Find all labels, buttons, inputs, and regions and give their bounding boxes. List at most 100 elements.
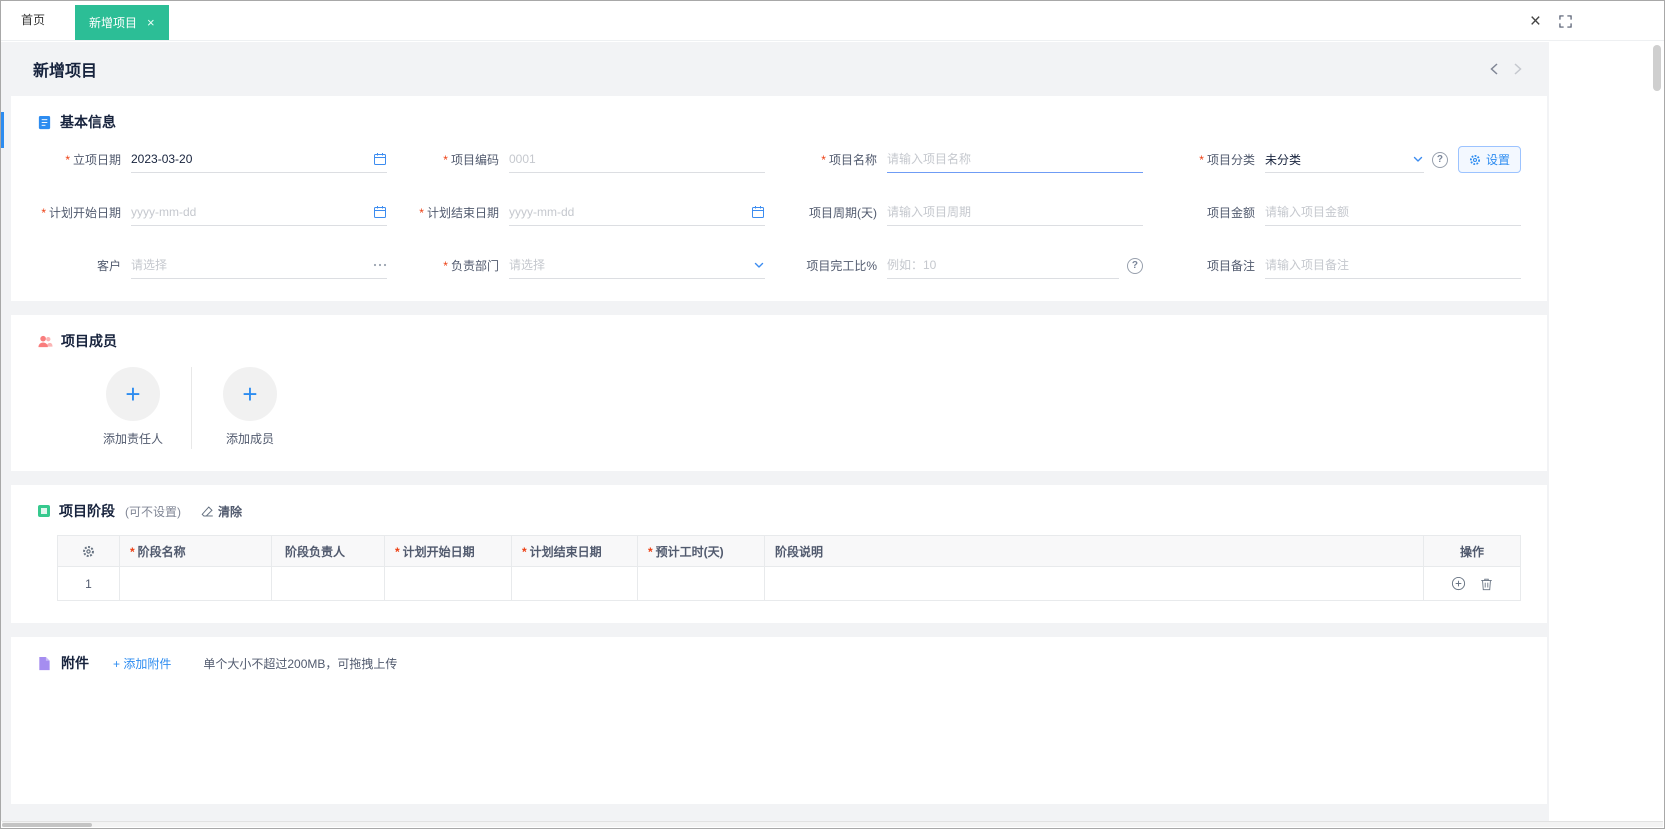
department-select[interactable] xyxy=(508,253,749,277)
members-row: + 添加责任人 + 添加成员 xyxy=(37,367,1521,449)
calendar-icon[interactable] xyxy=(373,205,387,219)
next-arrow-icon[interactable] xyxy=(1513,63,1523,75)
field-project-category: *项目分类 ? 设置 xyxy=(1171,146,1521,173)
phases-section: 项目阶段 (可不设置) 清除 * 阶段名称 阶段负责人 * 计划开始日期 * 计… xyxy=(11,485,1547,623)
tab-new-project[interactable]: 新增项目 × xyxy=(75,5,169,40)
ellipsis-icon[interactable] xyxy=(373,263,387,267)
project-name-input[interactable] xyxy=(886,147,1143,171)
column-plan-end: * 计划结束日期 xyxy=(511,535,638,567)
project-amount-input[interactable] xyxy=(1264,200,1521,224)
members-section: 项目成员 + 添加责任人 + 添加成员 xyxy=(11,315,1547,471)
plus-icon: + xyxy=(242,379,258,409)
phases-title: 项目阶段 xyxy=(59,503,115,519)
add-member-group: + 添加成员 xyxy=(194,367,306,447)
basic-info-form: *立项日期 *项目编码 *项目名称 xyxy=(37,146,1521,279)
add-attachment-button[interactable]: + 添加附件 xyxy=(113,655,171,672)
add-member-label: 添加成员 xyxy=(225,432,274,446)
field-label: 项目编码 xyxy=(450,152,499,167)
project-duration-input[interactable] xyxy=(886,200,1143,224)
phases-note: (可不设置) xyxy=(125,504,181,519)
category-settings-button[interactable]: 设置 xyxy=(1457,146,1521,173)
page-content: 新增项目 基本信息 * 立项日期 2023-03-20 * 项目编码 0001 … xyxy=(1,42,1549,821)
basic-info-title: 基本信息 xyxy=(60,114,116,130)
calendar-icon[interactable] xyxy=(751,205,765,219)
phase-start-input[interactable] xyxy=(391,570,505,597)
required-mark: * xyxy=(821,152,826,167)
window-close-icon[interactable]: × xyxy=(1530,12,1541,31)
tab-home[interactable]: 首页 xyxy=(1,0,65,40)
window-controls: × xyxy=(1530,1,1572,41)
project-category-select[interactable] xyxy=(1264,147,1408,171)
required-mark: * xyxy=(443,152,448,167)
field-label: 项目周期(天) xyxy=(808,205,877,220)
category-help-icon[interactable]: ? xyxy=(1431,151,1448,168)
phases-icon xyxy=(37,504,51,518)
required-mark: * xyxy=(419,205,424,220)
customer-select[interactable] xyxy=(131,253,369,277)
left-edge-indicator xyxy=(1,112,4,148)
chevron-down-icon[interactable] xyxy=(753,259,765,271)
add-owner-button[interactable]: + xyxy=(106,367,160,421)
phase-table-header: * 阶段名称 阶段负责人 * 计划开始日期 * 计划结束日期 * 预计工时(天) 阶段说… xyxy=(57,535,1521,567)
page-nav xyxy=(1489,63,1523,75)
column-estimated-hours: * 预计工时(天) xyxy=(637,535,765,567)
field-plan-end-date: * 计划结束日期 xyxy=(415,199,765,226)
project-code-input[interactable] xyxy=(508,147,765,171)
members-title: 项目成员 xyxy=(61,333,117,349)
field-label: 项目分类 xyxy=(1206,152,1255,167)
phase-row: 1 xyxy=(57,566,1521,601)
plan-start-date-input[interactable] xyxy=(131,200,369,224)
required-mark: * xyxy=(1199,152,1204,167)
add-row-icon[interactable] xyxy=(1451,576,1466,591)
phase-table: * 阶段名称 阶段负责人 * 计划开始日期 * 计划结束日期 * 预计工时(天) 阶段说… xyxy=(57,535,1521,601)
phase-desc-input[interactable] xyxy=(771,570,1417,597)
field-plan-start-date: * 计划开始日期 xyxy=(37,199,387,226)
settings-label: 设置 xyxy=(1485,153,1510,167)
add-owner-label: 添加责任人 xyxy=(102,432,163,446)
vertical-scrollbar-thumb[interactable] xyxy=(1653,45,1661,91)
field-label: 客户 xyxy=(96,258,121,273)
required-mark: * xyxy=(65,152,70,167)
fullscreen-icon[interactable] xyxy=(1559,14,1572,28)
phase-name-input[interactable] xyxy=(126,570,265,597)
delete-row-icon[interactable] xyxy=(1480,577,1493,591)
completion-ratio-input[interactable] xyxy=(886,253,1119,277)
tab-close-icon[interactable]: × xyxy=(147,15,155,30)
clear-button[interactable]: 清除 xyxy=(201,503,242,520)
field-project-remark: 项目备注 xyxy=(1171,252,1521,279)
members-icon xyxy=(37,334,53,349)
members-divider xyxy=(191,367,192,449)
column-plan-start: * 计划开始日期 xyxy=(384,535,512,567)
column-settings-icon[interactable] xyxy=(58,545,119,558)
approval-date-input[interactable] xyxy=(131,147,369,171)
project-remark-input[interactable] xyxy=(1264,253,1521,277)
field-department: * 负责部门 xyxy=(415,252,765,279)
field-customer: 客户 xyxy=(37,252,387,279)
field-label: 项目完工比% xyxy=(806,258,877,273)
horizontal-scrollbar-thumb[interactable] xyxy=(2,823,92,827)
field-label: 项目备注 xyxy=(1206,258,1255,273)
phase-hours-input[interactable] xyxy=(644,570,758,597)
field-label: 计划开始日期 xyxy=(48,205,121,220)
field-project-name: * 项目名称 xyxy=(793,146,1143,173)
field-label: 项目金额 xyxy=(1206,205,1255,220)
calendar-icon[interactable] xyxy=(373,152,387,166)
attachment-hint: 单个大小不超过200MB，可拖拽上传 xyxy=(203,656,398,671)
phase-owner-input[interactable] xyxy=(278,570,378,597)
basic-info-section: 基本信息 *立项日期 *项目编码 xyxy=(11,96,1547,301)
basic-info-icon xyxy=(37,115,52,130)
plus-icon: + xyxy=(125,379,141,409)
page-header: 新增项目 xyxy=(1,42,1549,96)
phase-end-input[interactable] xyxy=(518,570,631,597)
page-title: 新增项目 xyxy=(33,63,98,80)
add-owner-group: + 添加责任人 xyxy=(77,367,189,447)
completion-help-icon[interactable]: ? xyxy=(1126,257,1143,274)
plan-end-date-input[interactable] xyxy=(508,200,747,224)
prev-arrow-icon[interactable] xyxy=(1489,63,1499,75)
attachments-icon xyxy=(37,656,51,671)
add-member-button[interactable]: + xyxy=(223,367,277,421)
column-phase-owner: 阶段负责人 xyxy=(271,535,385,567)
required-mark: * xyxy=(41,205,46,220)
chevron-down-icon[interactable] xyxy=(1412,153,1424,165)
tab-bar: 首页 新增项目 × × xyxy=(1,1,1664,41)
